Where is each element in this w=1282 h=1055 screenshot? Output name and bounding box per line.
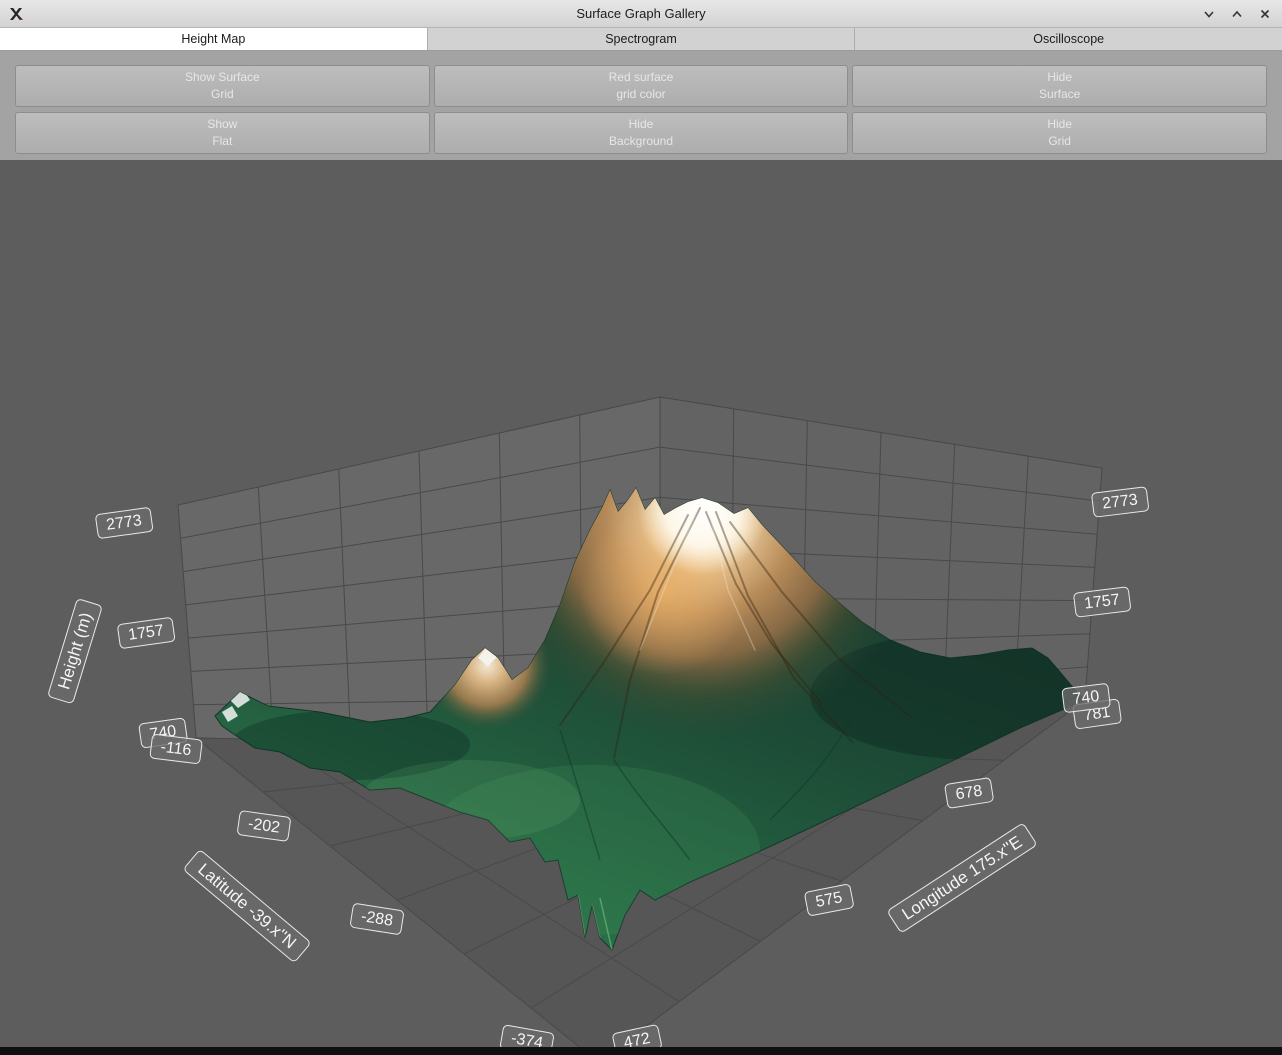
app-window: Surface Graph Gallery Height Map — [0, 0, 1282, 1055]
tab-bar: Height Map Spectrogram Oscilloscope — [0, 28, 1282, 51]
close-button[interactable] — [1254, 4, 1276, 24]
button-label: Flat — [16, 133, 429, 150]
button-label: Background — [435, 133, 848, 150]
button-label: Grid — [853, 133, 1266, 150]
button-label: Show — [16, 116, 429, 133]
button-label: Hide — [853, 116, 1266, 133]
button-label: Red surface — [435, 69, 848, 86]
button-label: Hide — [853, 69, 1266, 86]
tab-label: Height Map — [181, 32, 245, 46]
chevron-down-icon — [1202, 7, 1216, 21]
tab-height-map[interactable]: Height Map — [0, 28, 428, 50]
button-label: Grid — [16, 86, 429, 103]
surface-controls-panel: Show Surface Grid Red surface grid color… — [0, 51, 1282, 160]
show-flat-button[interactable]: Show Flat — [15, 112, 430, 154]
button-label: Show Surface — [16, 69, 429, 86]
tab-oscilloscope[interactable]: Oscilloscope — [855, 28, 1282, 50]
window-controls — [1198, 0, 1276, 28]
titlebar[interactable]: Surface Graph Gallery — [0, 0, 1282, 28]
hide-surface-button[interactable]: Hide Surface — [852, 65, 1267, 107]
surface-grid-color-button[interactable]: Red surface grid color — [434, 65, 849, 107]
close-icon — [1258, 7, 1272, 21]
window-bottom-edge — [0, 1047, 1282, 1055]
button-label: Surface — [853, 86, 1266, 103]
tab-label: Spectrogram — [605, 32, 677, 46]
hide-grid-button[interactable]: Hide Grid — [852, 112, 1267, 154]
surface-3d-view[interactable]: 2773 1757 740 Height (m) -116 -202 -288 … — [0, 160, 1282, 1055]
maximize-button[interactable] — [1226, 4, 1248, 24]
tab-label: Oscilloscope — [1033, 32, 1104, 46]
chevron-up-icon — [1230, 7, 1244, 21]
hide-background-button[interactable]: Hide Background — [434, 112, 849, 154]
window-title: Surface Graph Gallery — [0, 0, 1282, 28]
button-label: Hide — [435, 116, 848, 133]
button-label: grid color — [435, 86, 848, 103]
tab-spectrogram[interactable]: Spectrogram — [428, 28, 856, 50]
show-surface-grid-button[interactable]: Show Surface Grid — [15, 65, 430, 107]
minimize-button[interactable] — [1198, 4, 1220, 24]
